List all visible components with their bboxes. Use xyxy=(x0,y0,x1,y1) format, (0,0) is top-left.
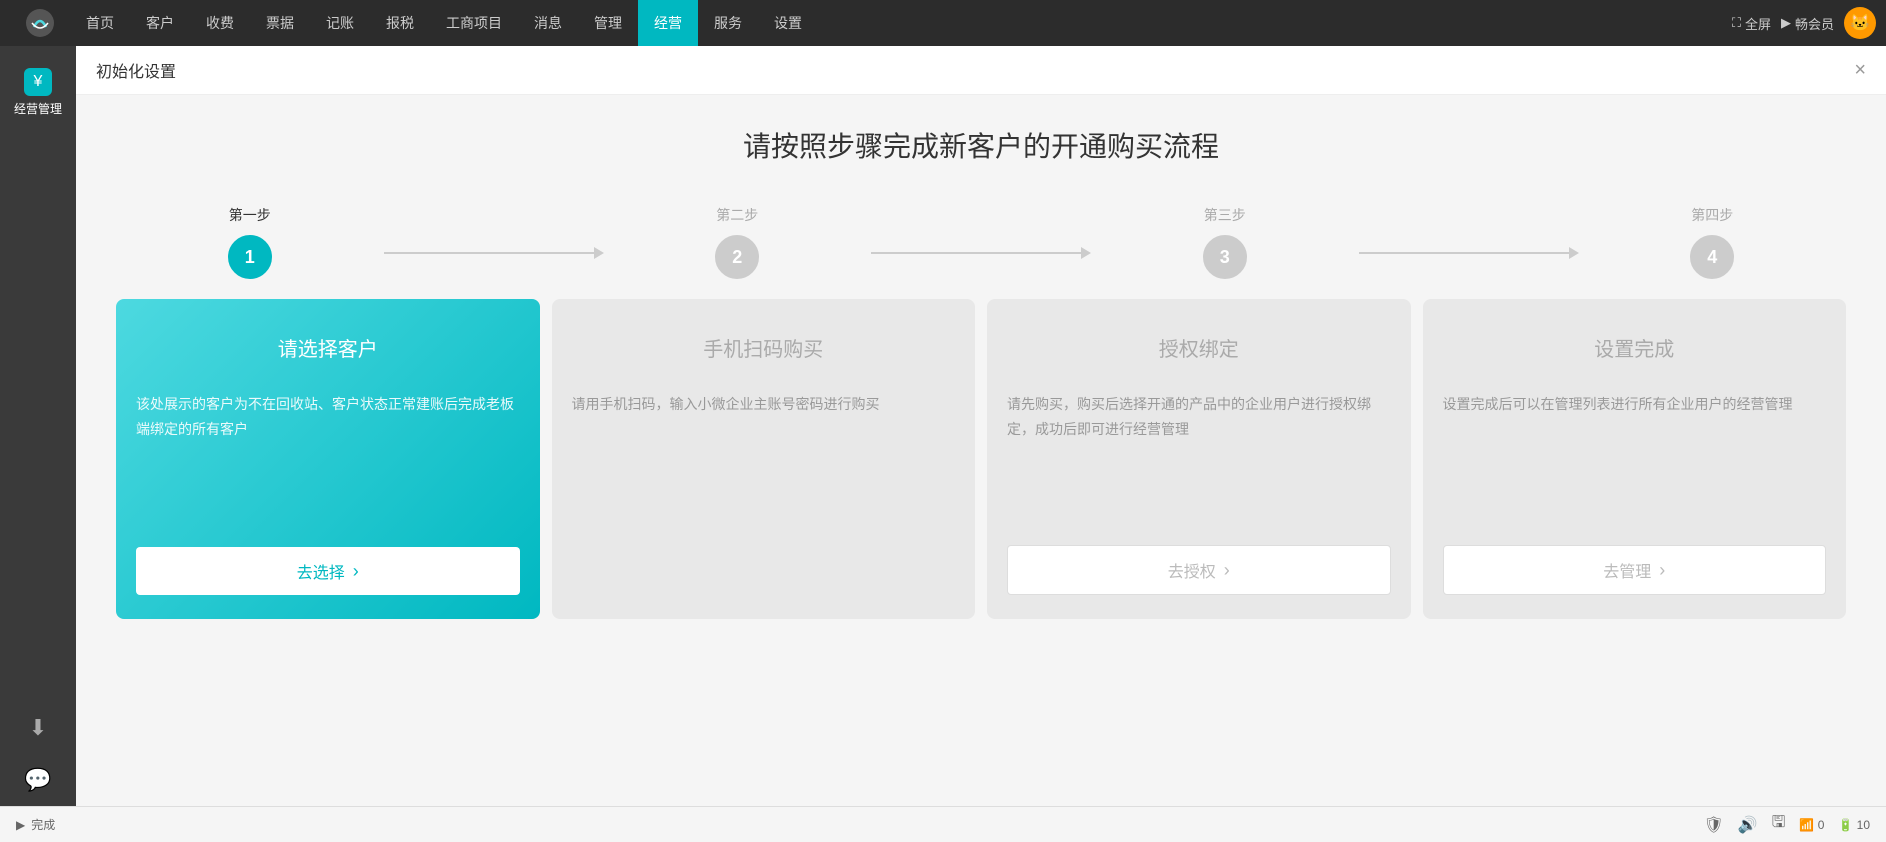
vip-icon: ▶ xyxy=(1781,15,1791,31)
connector-2 xyxy=(871,247,1091,259)
card2-desc: 请用手机扫码，输入小微企业主账号密码进行购买 xyxy=(572,392,956,595)
step2-circle: 2 xyxy=(715,235,759,279)
connector-line-1 xyxy=(384,252,594,254)
nav-customer[interactable]: 客户 xyxy=(130,0,190,46)
step1-btn-arrow: › xyxy=(353,561,359,582)
network-status: 📶 0 xyxy=(1799,818,1824,832)
card2-title: 手机扫码购买 xyxy=(572,323,956,372)
nav-business[interactable]: 工商项目 xyxy=(430,0,518,46)
connector-line-2 xyxy=(871,252,1081,254)
vip-button[interactable]: ▶ 畅会员 xyxy=(1781,14,1834,33)
step3-action-button[interactable]: 去授权 › xyxy=(1007,545,1391,595)
step4-action-button[interactable]: 去管理 › xyxy=(1443,545,1827,595)
operation-icon: ¥ xyxy=(24,68,52,96)
card1-title: 请选择客户 xyxy=(136,323,520,372)
step2-number: 2 xyxy=(732,247,742,268)
connector-1 xyxy=(384,247,604,259)
step3-circle: 3 xyxy=(1203,235,1247,279)
bottom-bar: ▶ 完成 🛡 🔊 🖫 📶 0 🔋 10 xyxy=(0,806,1886,842)
step-card-1: 请选择客户 该处展示的客户为不在回收站、客户状态正常建账后完成老板端绑定的所有客… xyxy=(116,299,540,619)
top-nav: 首页 客户 收费 票据 记账 报税 工商项目 消息 管理 经营 服务 设置 ⛶ … xyxy=(0,0,1886,46)
battery-status: 🔋 10 xyxy=(1838,818,1870,832)
step3-btn-arrow: › xyxy=(1224,560,1230,581)
step3-label: 第三步 xyxy=(1204,205,1246,225)
fullscreen-button[interactable]: ⛶ 全屏 xyxy=(1732,14,1771,33)
step-indicator-1: 第一步 1 xyxy=(116,205,384,279)
status-area: ▶ 完成 xyxy=(16,816,55,833)
step4-circle: 4 xyxy=(1690,235,1734,279)
fullscreen-label: 全屏 xyxy=(1745,14,1771,33)
nav-home[interactable]: 首页 xyxy=(70,0,130,46)
step4-label: 第四步 xyxy=(1691,205,1733,225)
step-indicator-2: 第二步 2 xyxy=(604,205,872,279)
connector-arrow-2 xyxy=(1081,247,1091,259)
cards-row: 请选择客户 该处展示的客户为不在回收站、客户状态正常建账后完成老板端绑定的所有客… xyxy=(116,299,1846,619)
support-icon: 💬 xyxy=(24,766,52,794)
step-indicator-3: 第三步 3 xyxy=(1091,205,1359,279)
nav-service[interactable]: 服务 xyxy=(698,0,758,46)
step1-label: 第一步 xyxy=(229,205,271,225)
fullscreen-icon: ⛶ xyxy=(1732,15,1741,31)
connector-line-3 xyxy=(1359,252,1569,254)
step-indicator-4: 第四步 4 xyxy=(1579,205,1847,279)
nav-menu: 首页 客户 收费 票据 记账 报税 工商项目 消息 管理 经营 服务 设置 xyxy=(70,0,1732,46)
save-icon[interactable]: 🖫 xyxy=(1772,811,1786,838)
vip-label: 畅会员 xyxy=(1795,14,1834,33)
step4-btn-label: 去管理 xyxy=(1603,558,1651,582)
steps-indicator: 第一步 1 第二步 2 xyxy=(116,205,1846,279)
nav-account[interactable]: 记账 xyxy=(310,0,370,46)
main-content: 请按照步骤完成新客户的开通购买流程 第一步 1 第二步 xyxy=(76,95,1886,806)
step1-number: 1 xyxy=(245,247,255,268)
step3-number: 3 xyxy=(1220,247,1230,268)
page-title: 初始化设置 xyxy=(96,58,176,82)
step2-label: 第二步 xyxy=(716,205,758,225)
connector-arrow-1 xyxy=(594,247,604,259)
nav-fee[interactable]: 收费 xyxy=(190,0,250,46)
card4-title: 设置完成 xyxy=(1443,323,1827,372)
step-card-2: 手机扫码购买 请用手机扫码，输入小微企业主账号密码进行购买 xyxy=(552,299,976,619)
step1-action-button[interactable]: 去选择 › xyxy=(136,547,520,595)
page-header: 初始化设置 × xyxy=(76,46,1886,95)
play-icon[interactable]: ▶ xyxy=(16,818,25,832)
close-button[interactable]: × xyxy=(1854,59,1866,82)
step1-btn-label: 去选择 xyxy=(297,559,345,583)
step1-circle: 1 xyxy=(228,235,272,279)
step4-btn-arrow: › xyxy=(1659,560,1665,581)
step-card-4: 设置完成 设置完成后可以在管理列表进行所有企业用户的经营管理 去管理 › xyxy=(1423,299,1847,619)
connector-3 xyxy=(1359,247,1579,259)
flow-title: 请按照步骤完成新客户的开通购买流程 xyxy=(116,125,1846,165)
sidebar-item-support[interactable]: 💬 xyxy=(0,754,76,806)
logo[interactable] xyxy=(10,7,70,39)
card1-desc: 该处展示的客户为不在回收站、客户状态正常建账后完成老板端绑定的所有客户 xyxy=(136,392,520,517)
sidebar-item-label: 经营管理 xyxy=(14,100,62,117)
card3-title: 授权绑定 xyxy=(1007,323,1391,372)
bottom-right: 🛡 🔊 🖫 📶 0 🔋 10 xyxy=(1704,811,1870,838)
avatar[interactable]: 🐱 xyxy=(1844,7,1876,39)
shield-icon[interactable]: 🛡 xyxy=(1704,815,1724,835)
nav-tax[interactable]: 报税 xyxy=(370,0,430,46)
nav-message[interactable]: 消息 xyxy=(518,0,578,46)
main-layout: ¥ 经营管理 ⬇ 💬 初始化设置 × 请按照步骤完成新客户的开通购买流程 第一步 xyxy=(0,46,1886,806)
download-icon: ⬇ xyxy=(24,714,52,742)
step3-btn-label: 去授权 xyxy=(1168,558,1216,582)
step4-number: 4 xyxy=(1707,247,1717,268)
status-label: 完成 xyxy=(31,816,55,833)
nav-manage[interactable]: 管理 xyxy=(578,0,638,46)
step-card-3: 授权绑定 请先购买，购买后选择开通的产品中的企业用户进行授权绑定，成功后即可进行… xyxy=(987,299,1411,619)
sidebar: ¥ 经营管理 ⬇ 💬 xyxy=(0,46,76,806)
nav-operation[interactable]: 经营 xyxy=(638,0,698,46)
volume-icon[interactable]: 🔊 xyxy=(1738,815,1758,835)
content-area: 初始化设置 × 请按照步骤完成新客户的开通购买流程 第一步 1 xyxy=(76,46,1886,806)
nav-settings[interactable]: 设置 xyxy=(758,0,818,46)
nav-right: ⛶ 全屏 ▶ 畅会员 🐱 xyxy=(1732,7,1876,39)
sidebar-item-operation[interactable]: ¥ 经营管理 xyxy=(0,56,76,129)
card4-desc: 设置完成后可以在管理列表进行所有企业用户的经营管理 xyxy=(1443,392,1827,515)
sidebar-item-download[interactable]: ⬇ xyxy=(0,702,76,754)
card3-desc: 请先购买，购买后选择开通的产品中的企业用户进行授权绑定，成功后即可进行经营管理 xyxy=(1007,392,1391,515)
connector-arrow-3 xyxy=(1569,247,1579,259)
nav-bill[interactable]: 票据 xyxy=(250,0,310,46)
